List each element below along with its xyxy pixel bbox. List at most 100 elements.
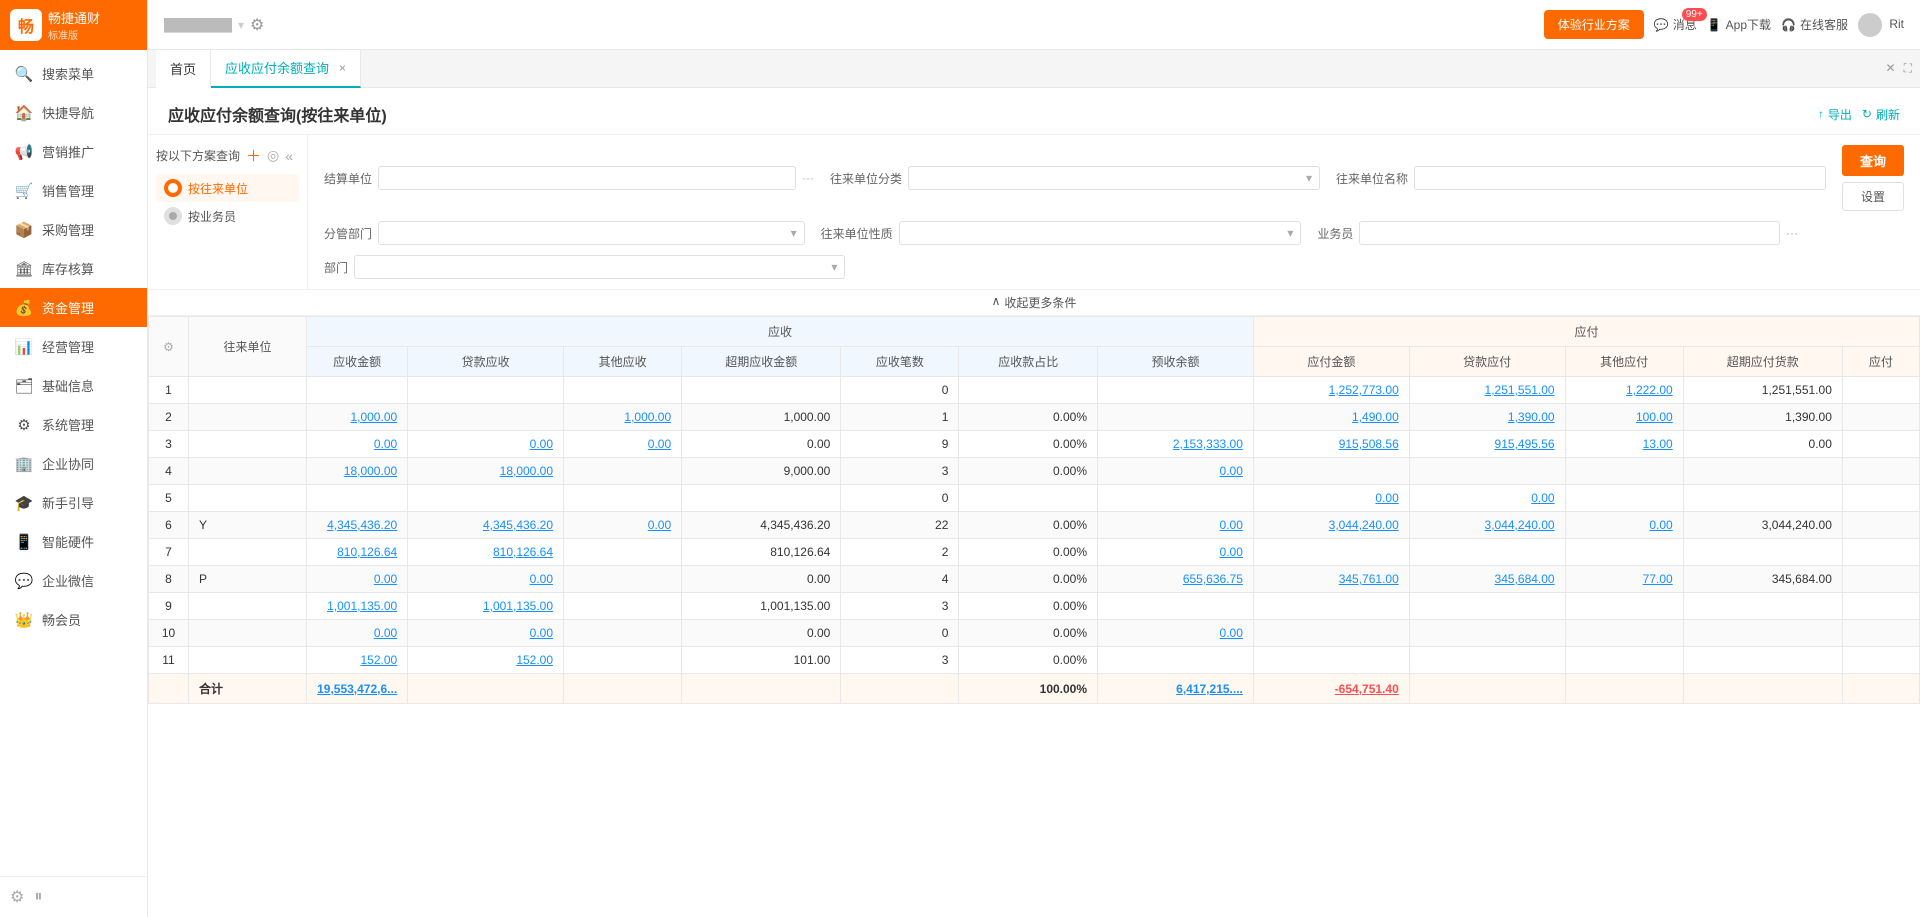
row-cell bbox=[1842, 620, 1919, 647]
row-cell[interactable]: 1,001,135.00 bbox=[408, 593, 564, 620]
row-cell[interactable]: 0.00 bbox=[1253, 485, 1409, 512]
unit-category-select[interactable] bbox=[908, 166, 1320, 190]
row-cell[interactable]: 18,000.00 bbox=[307, 458, 408, 485]
sidebar-item-marketing[interactable]: 📢 营销推广 bbox=[0, 132, 147, 171]
row-cell[interactable]: 0.00 bbox=[1565, 512, 1683, 539]
col-ar-count: 应收笔数 bbox=[841, 347, 959, 377]
refresh-button[interactable]: ↻ 刷新 bbox=[1862, 106, 1900, 123]
tab-close-icon[interactable]: × bbox=[339, 61, 346, 75]
sidebar-item-purchase[interactable]: 📦 采购管理 bbox=[0, 210, 147, 249]
sidebar-item-search[interactable]: 🔍 搜索菜单 bbox=[0, 54, 147, 93]
sidebar-item-member[interactable]: 👑 畅会员 bbox=[0, 600, 147, 639]
unit-name-input[interactable] bbox=[1414, 166, 1826, 190]
sidebar-item-quick[interactable]: 🏠 快捷导航 bbox=[0, 93, 147, 132]
row-cell[interactable]: 152.00 bbox=[307, 647, 408, 674]
tab-home[interactable]: 首页 bbox=[156, 50, 211, 88]
division-select[interactable] bbox=[378, 221, 805, 245]
sidebar-label-purchase: 采购管理 bbox=[42, 220, 94, 239]
row-cell[interactable]: 4,345,436.20 bbox=[307, 512, 408, 539]
row-cell[interactable]: 0.00 bbox=[307, 566, 408, 593]
department-select[interactable] bbox=[354, 255, 845, 279]
row-cell[interactable]: 345,684.00 bbox=[1409, 566, 1565, 593]
row-cell[interactable]: 18,000.00 bbox=[408, 458, 564, 485]
sidebar-item-system[interactable]: ⚙ 系统管理 bbox=[0, 405, 147, 444]
row-cell[interactable]: 1,252,773.00 bbox=[1253, 377, 1409, 404]
collapse-row[interactable]: ∧ 收起更多条件 bbox=[148, 290, 1920, 316]
row-cell[interactable]: 1,000.00 bbox=[564, 404, 682, 431]
row-cell[interactable]: 0.00 bbox=[1098, 620, 1254, 647]
row-cell[interactable]: 810,126.64 bbox=[307, 539, 408, 566]
settings-button[interactable]: 设置 bbox=[1842, 182, 1904, 211]
row-cell[interactable]: 3,044,240.00 bbox=[1409, 512, 1565, 539]
tab-arquery[interactable]: 应收应付余额查询 × bbox=[211, 50, 361, 88]
row-cell[interactable]: 810,126.64 bbox=[408, 539, 564, 566]
row-cell[interactable]: 1,251,551.00 bbox=[1409, 377, 1565, 404]
sidebar-settings-icon[interactable]: ⚙ bbox=[10, 887, 24, 907]
sidebar-item-hardware[interactable]: 📱 智能硬件 bbox=[0, 522, 147, 561]
row-cell[interactable]: 0.00 bbox=[408, 620, 564, 647]
row-cell[interactable]: 915,508.56 bbox=[1253, 431, 1409, 458]
col-header-ap-group: 应付 bbox=[1253, 317, 1919, 347]
total-ar-advance[interactable]: 6,417,215.... bbox=[1098, 674, 1254, 704]
user-profile[interactable]: Rit bbox=[1858, 13, 1904, 37]
window-close-icon[interactable]: ✕ bbox=[1886, 61, 1896, 76]
row-cell[interactable]: 0.00 bbox=[1098, 512, 1254, 539]
row-cell[interactable]: 1,000.00 bbox=[307, 404, 408, 431]
sidebar-item-inventory[interactable]: 🏛 库存核算 bbox=[0, 249, 147, 288]
row-cell[interactable]: 13.00 bbox=[1565, 431, 1683, 458]
row-cell[interactable]: 0.00 bbox=[1409, 485, 1565, 512]
row-cell[interactable]: 2,153,333.00 bbox=[1098, 431, 1254, 458]
app-download-button[interactable]: 📱 App下载 bbox=[1707, 16, 1771, 33]
row-cell[interactable]: 3,044,240.00 bbox=[1253, 512, 1409, 539]
row-cell[interactable]: 0.00 bbox=[307, 431, 408, 458]
sidebar-item-sales[interactable]: 🛒 销售管理 bbox=[0, 171, 147, 210]
breadcrumb-gear[interactable]: ⚙ bbox=[250, 15, 264, 35]
export-button[interactable]: ↑ 导出 bbox=[1818, 106, 1852, 123]
table-settings-icon[interactable]: ⚙ bbox=[163, 340, 174, 354]
row-cell bbox=[959, 485, 1098, 512]
row-cell[interactable]: 915,495.56 bbox=[1409, 431, 1565, 458]
row-cell[interactable]: 1,001,135.00 bbox=[307, 593, 408, 620]
settlement-input[interactable] bbox=[378, 166, 796, 190]
query-button[interactable]: 查询 bbox=[1842, 145, 1904, 176]
online-service-button[interactable]: 🎧 在线客服 bbox=[1781, 16, 1848, 33]
window-maximize-icon[interactable]: ⛶ bbox=[1904, 61, 1912, 76]
sidebar-collapse-icon[interactable]: ⏸ bbox=[34, 888, 42, 906]
sidebar-item-operations[interactable]: 📊 经营管理 bbox=[0, 327, 147, 366]
row-cell[interactable]: 0.00 bbox=[1098, 458, 1254, 485]
row-cell[interactable]: 0.00 bbox=[564, 431, 682, 458]
sidebar-item-enterprise[interactable]: 🏢 企业协同 bbox=[0, 444, 147, 483]
row-cell[interactable]: 0.00 bbox=[1098, 539, 1254, 566]
row-cell[interactable]: 152.00 bbox=[408, 647, 564, 674]
scheme-item-unit[interactable]: 按往来单位 bbox=[156, 174, 299, 202]
row-cell[interactable]: 0.00 bbox=[564, 512, 682, 539]
row-cell[interactable]: 77.00 bbox=[1565, 566, 1683, 593]
industry-solution-button[interactable]: 体验行业方案 bbox=[1544, 10, 1644, 39]
sidebar-item-guide[interactable]: 🎓 新手引导 bbox=[0, 483, 147, 522]
add-scheme-icon[interactable]: ＋ bbox=[246, 145, 261, 166]
total-ap-amount[interactable]: -654,751.40 bbox=[1253, 674, 1409, 704]
row-cell[interactable]: 345,761.00 bbox=[1253, 566, 1409, 593]
scheme-collapse-icon[interactable]: « bbox=[285, 148, 293, 164]
row-cell[interactable]: 0.00 bbox=[408, 566, 564, 593]
sidebar-item-basic[interactable]: 🗂 基础信息 bbox=[0, 366, 147, 405]
scheme-settings-icon[interactable]: ◎ bbox=[267, 147, 279, 164]
salesperson-input[interactable] bbox=[1359, 221, 1780, 245]
row-cell[interactable]: 100.00 bbox=[1565, 404, 1683, 431]
salesperson-dots-icon[interactable]: ··· bbox=[1786, 226, 1798, 240]
row-cell[interactable]: 1,490.00 bbox=[1253, 404, 1409, 431]
row-cell[interactable]: 1,390.00 bbox=[1409, 404, 1565, 431]
total-ar-loan bbox=[408, 674, 564, 704]
sidebar-item-fund[interactable]: 💰 资金管理 bbox=[0, 288, 147, 327]
row-cell[interactable]: 655,636.75 bbox=[1098, 566, 1254, 593]
unit-nature-select[interactable] bbox=[899, 221, 1302, 245]
row-cell[interactable]: 4,345,436.20 bbox=[408, 512, 564, 539]
row-cell[interactable]: 0.00 bbox=[307, 620, 408, 647]
settlement-dots-icon[interactable]: ··· bbox=[802, 171, 814, 185]
total-ar-amount[interactable]: 19,553,472,6... bbox=[307, 674, 408, 704]
row-cell[interactable]: 0.00 bbox=[408, 431, 564, 458]
sidebar-item-wechat[interactable]: 💬 企业微信 bbox=[0, 561, 147, 600]
scheme-item-salesperson[interactable]: 按业务员 bbox=[156, 202, 299, 230]
row-cell[interactable]: 1,222.00 bbox=[1565, 377, 1683, 404]
search-fields: 结算单位 ··· 往来单位分类 往来单位名称 bbox=[308, 135, 1920, 289]
